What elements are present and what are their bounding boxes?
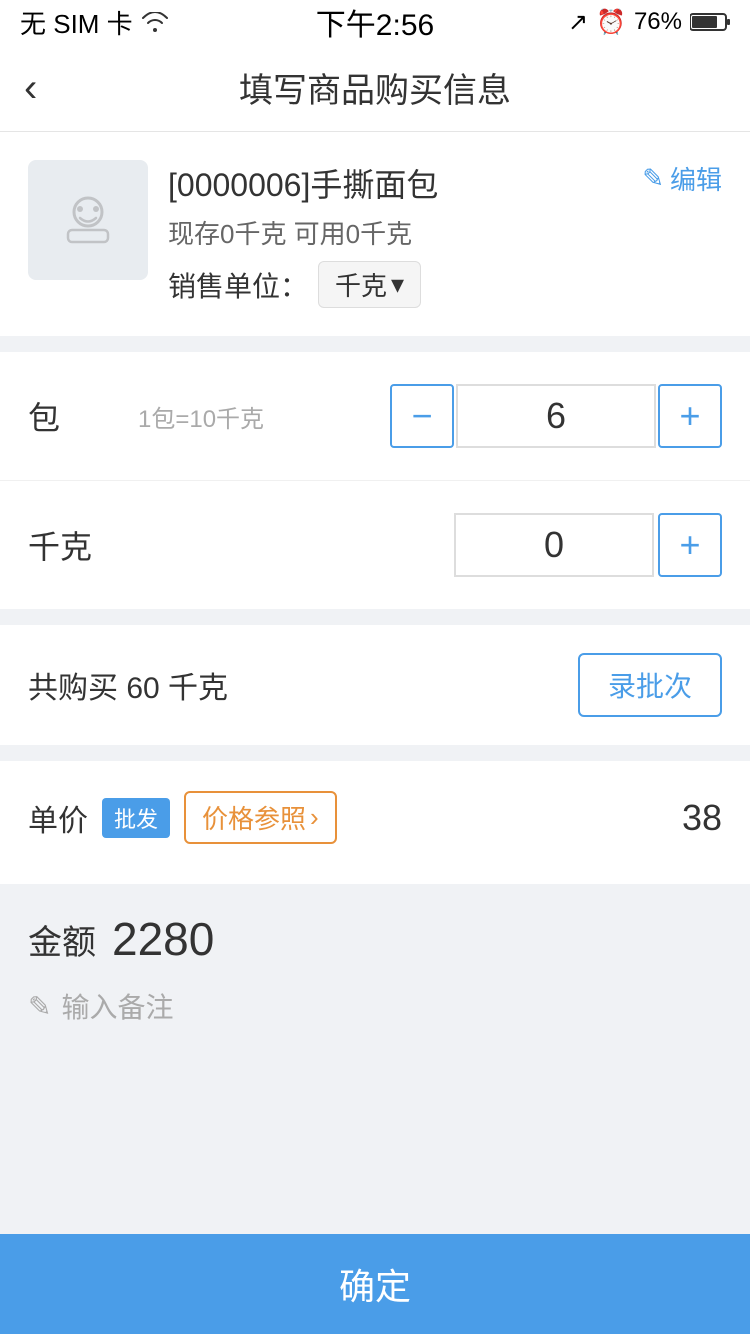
amount-section: 金额 2280 ✎ 输入备注 bbox=[0, 884, 750, 1234]
price-ref-label: 价格参照 bbox=[202, 799, 306, 836]
confirm-label: 确定 bbox=[339, 1258, 411, 1310]
status-time: 下午2:56 bbox=[316, 0, 434, 44]
battery-percent: 76% bbox=[634, 8, 682, 36]
total-text: 共购买 60 千克 bbox=[28, 663, 228, 707]
total-row: 共购买 60 千克 录批次 bbox=[0, 625, 750, 745]
location-icon: ↗ bbox=[568, 8, 588, 37]
alarm-icon: ⏰ bbox=[596, 8, 626, 37]
edit-button[interactable]: ✎ 编辑 bbox=[642, 160, 722, 197]
batch-button[interactable]: 录批次 bbox=[578, 653, 722, 717]
unit-label: 销售单位： bbox=[168, 265, 308, 305]
package-label: 包 bbox=[28, 393, 128, 439]
unit-selector[interactable]: 千克 ▾ bbox=[318, 261, 421, 308]
status-right: ↗ ⏰ 76% bbox=[568, 8, 730, 37]
product-name: [0000006]手撕面包 bbox=[168, 160, 722, 206]
confirm-button[interactable]: 确定 bbox=[0, 1234, 750, 1334]
price-value: 38 bbox=[682, 797, 722, 839]
wifi-icon bbox=[141, 12, 169, 32]
edit-label: 编辑 bbox=[670, 160, 722, 197]
price-badge: 批发 bbox=[102, 798, 170, 838]
remark-icon: ✎ bbox=[28, 990, 51, 1023]
price-ref-button[interactable]: 价格参照 › bbox=[184, 791, 337, 844]
quantity-section: 包 1包=10千克 − + 千克 + bbox=[0, 352, 750, 609]
product-info: [0000006]手撕面包 现存0千克 可用0千克 销售单位： 千克 ▾ bbox=[168, 160, 722, 308]
package-increment-button[interactable]: + bbox=[658, 384, 722, 448]
price-section: 单价 批发 价格参照 › 38 bbox=[0, 761, 750, 884]
product-card: [0000006]手撕面包 现存0千克 可用0千克 销售单位： 千克 ▾ ✎ 编… bbox=[0, 132, 750, 336]
kilogram-quantity-control: + bbox=[454, 513, 722, 577]
package-hint: 1包=10千克 bbox=[138, 399, 390, 434]
kilogram-input[interactable] bbox=[454, 513, 654, 577]
nav-bar: ‹ 填写商品购买信息 bbox=[0, 44, 750, 132]
amount-row: 金额 2280 bbox=[28, 912, 722, 966]
battery-icon bbox=[690, 12, 730, 32]
package-decrement-button[interactable]: − bbox=[390, 384, 454, 448]
nav-title: 填写商品购买信息 bbox=[239, 63, 511, 112]
carrier-text: 无 SIM 卡 bbox=[20, 4, 133, 41]
status-bar: 无 SIM 卡 下午2:56 ↗ ⏰ 76% bbox=[0, 0, 750, 44]
unit-value: 千克 bbox=[335, 266, 387, 303]
product-image bbox=[28, 160, 148, 280]
amount-label: 金额 bbox=[28, 915, 96, 964]
package-quantity-control: − + bbox=[390, 384, 722, 448]
price-row: 单价 批发 价格参照 › 38 bbox=[28, 791, 722, 844]
product-unit-row: 销售单位： 千克 ▾ bbox=[168, 261, 722, 308]
price-ref-arrow: › bbox=[310, 802, 319, 833]
package-row: 包 1包=10千克 − + bbox=[0, 352, 750, 481]
unit-arrow: ▾ bbox=[391, 269, 404, 300]
product-logo bbox=[58, 190, 118, 250]
back-button[interactable]: ‹ bbox=[24, 68, 37, 108]
remark-placeholder: 输入备注 bbox=[61, 986, 173, 1026]
kilogram-increment-button[interactable]: + bbox=[658, 513, 722, 577]
kilogram-label: 千克 bbox=[28, 522, 128, 568]
status-left: 无 SIM 卡 bbox=[20, 4, 169, 41]
product-stock: 现存0千克 可用0千克 bbox=[168, 214, 722, 251]
price-label: 单价 bbox=[28, 796, 88, 840]
edit-icon: ✎ bbox=[642, 163, 664, 194]
kilogram-row: 千克 + bbox=[0, 481, 750, 609]
amount-value: 2280 bbox=[112, 912, 214, 966]
package-input[interactable] bbox=[456, 384, 656, 448]
remark-row[interactable]: ✎ 输入备注 bbox=[28, 986, 722, 1026]
